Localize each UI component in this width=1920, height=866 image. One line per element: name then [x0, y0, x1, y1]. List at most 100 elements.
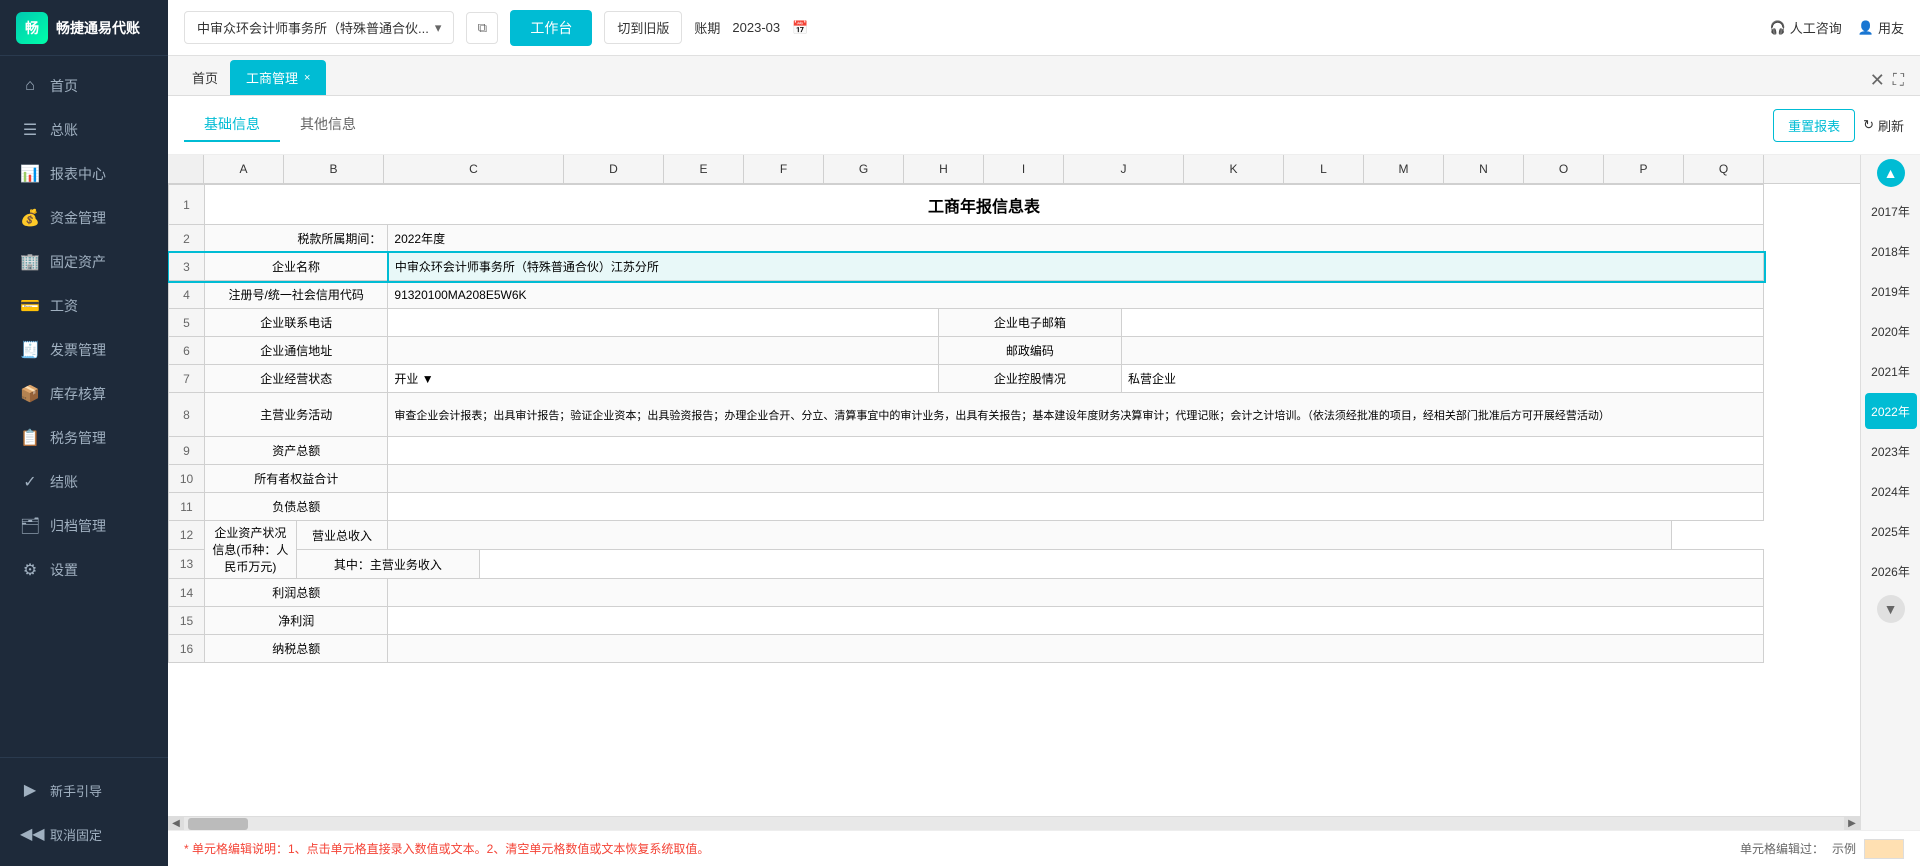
col-header-G: G [824, 155, 904, 183]
year-item-2024年[interactable]: 2024年 [1865, 473, 1917, 509]
sidebar-item-固定资产[interactable]: 🏢固定资产 [0, 240, 168, 284]
company-select[interactable]: 中审众环会计师事务所（特殊普通合伙... ▾ [184, 11, 454, 44]
year-nav-up-button[interactable]: ▲ [1877, 159, 1905, 187]
table-row: 14利润总额 [169, 579, 1764, 607]
active-tab[interactable]: 工商管理 × [230, 60, 326, 95]
nav-label: 工资 [50, 296, 78, 316]
consult-icon: 🎧 [1770, 20, 1786, 36]
cell-right-label: 邮政编码 [938, 337, 1121, 365]
cell-value[interactable]: 开业 ▼ [388, 365, 938, 393]
user-label: 用友 [1878, 18, 1904, 37]
sidebar-item-首页[interactable]: ⌂首页 [0, 64, 168, 108]
sidebar-item-库存核算[interactable]: 📦库存核算 [0, 372, 168, 416]
sidebar-item-总账[interactable]: ☰总账 [0, 108, 168, 152]
copy-button[interactable]: ⧉ [466, 12, 498, 44]
h-scrollbar[interactable]: ◀ ▶ [168, 816, 1860, 830]
user-button[interactable]: 👤 用友 [1858, 18, 1904, 37]
cell-value[interactable] [388, 635, 1764, 663]
cell-label: 纳税总额 [205, 635, 388, 663]
cell-value[interactable] [388, 309, 938, 337]
cell-value[interactable]: 2022年度 [388, 225, 1764, 253]
sub-tab-基础信息[interactable]: 基础信息 [184, 108, 280, 142]
h-scroll-thumb[interactable] [188, 818, 248, 830]
year-item-2025年[interactable]: 2025年 [1865, 513, 1917, 549]
expand-window-icon[interactable]: ⛶ [1893, 72, 1904, 90]
year-item-2018年[interactable]: 2018年 [1865, 233, 1917, 269]
cell-value[interactable] [388, 337, 938, 365]
refresh-button[interactable]: ↻ 刷新 [1863, 116, 1904, 135]
nav-icon: ⌂ [20, 77, 40, 95]
year-item-2020年[interactable]: 2020年 [1865, 313, 1917, 349]
sidebar-item-发票管理[interactable]: 🧾发票管理 [0, 328, 168, 372]
cell-right-value[interactable] [1122, 309, 1764, 337]
row-number: 6 [169, 337, 205, 365]
cell-value[interactable] [388, 607, 1764, 635]
table-row: 2税款所属期间：2022年度 [169, 225, 1764, 253]
spreadsheet-title: 工商年报信息表 [205, 185, 1764, 225]
h-scroll-track[interactable] [184, 817, 1844, 831]
col-header-H: H [904, 155, 984, 183]
cell-value[interactable] [388, 493, 1764, 521]
year-item-2019年[interactable]: 2019年 [1865, 273, 1917, 309]
spreadsheet-main: ABCDEFGHIJKLMNOPQ 1工商年报信息表2税款所属期间：2022年度… [168, 155, 1860, 830]
close-window-icon[interactable]: ✕ [1870, 70, 1885, 91]
cell-value[interactable] [388, 521, 1672, 550]
cell-label: 税款所属期间： [205, 225, 388, 253]
year-item-2023年[interactable]: 2023年 [1865, 433, 1917, 469]
h-scroll-left-btn[interactable]: ◀ [168, 817, 184, 831]
sidebar-item-工资[interactable]: 💳 工资 [0, 284, 168, 328]
reset-button[interactable]: 重置报表 [1773, 109, 1855, 142]
year-item-2026年[interactable]: 2026年 [1865, 553, 1917, 589]
year-item-2022年[interactable]: 2022年 [1865, 393, 1917, 429]
sidebar-item-结账[interactable]: ✓结账 [0, 460, 168, 504]
sidebar-item-税务管理[interactable]: 📋税务管理 [0, 416, 168, 460]
company-dropdown-icon: ▾ [435, 20, 442, 36]
topbar: 中审众环会计师事务所（特殊普通合伙... ▾ ⧉ 工作台 切到旧版 账期 202… [168, 0, 1920, 56]
nav-label: 归档管理 [50, 516, 106, 536]
page-header: 基础信息其他信息 重置报表 ↻ 刷新 [168, 96, 1920, 155]
cell-label: 净利润 [205, 607, 388, 635]
cell-value[interactable] [388, 437, 1764, 465]
cell-value[interactable] [388, 465, 1764, 493]
cell-value[interactable]: 中审众环会计师事务所（特殊普通合伙）江苏分所 [388, 253, 1764, 281]
col-header-L: L [1284, 155, 1364, 183]
year-nav-down-button[interactable]: ▼ [1877, 595, 1905, 623]
row-number: 14 [169, 579, 205, 607]
cell-right-value[interactable] [1122, 337, 1764, 365]
consult-button[interactable]: 🎧 人工咨询 [1770, 18, 1842, 37]
table-row: 6企业通信地址邮政编码 [169, 337, 1764, 365]
nav-label: 报表中心 [50, 164, 106, 184]
h-scroll-right-btn[interactable]: ▶ [1844, 817, 1860, 831]
nav-label: 固定资产 [50, 252, 106, 272]
tab-close-button[interactable]: × [304, 72, 310, 84]
cell-value[interactable]: 91320100MA208E5W6K [388, 281, 1764, 309]
cell-value[interactable] [480, 550, 1764, 579]
refresh-label: 刷新 [1878, 116, 1904, 135]
sidebar-item-归档管理[interactable]: 🗂归档管理 [0, 504, 168, 548]
footer-item-新手引导[interactable]: ▶新手引导 [0, 768, 168, 812]
sidebar-footer: ▶新手引导◀◀取消固定 [0, 757, 168, 866]
cell-label[interactable]: 企业名称 [205, 253, 388, 281]
year-item-2017年[interactable]: 2017年 [1865, 193, 1917, 229]
sidebar-item-报表中心[interactable]: 📊报表中心 [0, 152, 168, 196]
home-tab[interactable]: 首页 [184, 60, 226, 95]
table-scroll[interactable]: 1工商年报信息表2税款所属期间：2022年度3企业名称中审众环会计师事务所（特殊… [168, 184, 1860, 816]
nav-icon: 💳 [20, 296, 40, 316]
main-content: 中审众环会计师事务所（特殊普通合伙... ▾ ⧉ 工作台 切到旧版 账期 202… [168, 0, 1920, 866]
col-header-Q: Q [1684, 155, 1764, 183]
cell-label: 企业联系电话 [205, 309, 388, 337]
calendar-icon[interactable]: 📅 [792, 20, 808, 36]
year-item-2021年[interactable]: 2021年 [1865, 353, 1917, 389]
page-content: 基础信息其他信息 重置报表 ↻ 刷新 ABCDEFGHIJKLMNOPQ 1工商… [168, 96, 1920, 866]
cell-value[interactable]: 审查企业会计报表；出具审计报告；验证企业资本；出具验资报告；办理企业合开、分立、… [388, 393, 1764, 437]
switch-version-button[interactable]: 切到旧版 [604, 11, 682, 44]
cell-right-value[interactable]: 私营企业 [1122, 365, 1764, 393]
workbench-button[interactable]: 工作台 [510, 10, 592, 46]
logo-icon: 畅 [16, 12, 48, 44]
cell-value[interactable] [388, 579, 1764, 607]
sidebar-item-资金管理[interactable]: 💰资金管理 [0, 196, 168, 240]
footer-item-取消固定[interactable]: ◀◀取消固定 [0, 812, 168, 856]
col-header-M: M [1364, 155, 1444, 183]
sidebar-item-设置[interactable]: ⚙设置 [0, 548, 168, 592]
sub-tab-其他信息[interactable]: 其他信息 [280, 108, 376, 142]
